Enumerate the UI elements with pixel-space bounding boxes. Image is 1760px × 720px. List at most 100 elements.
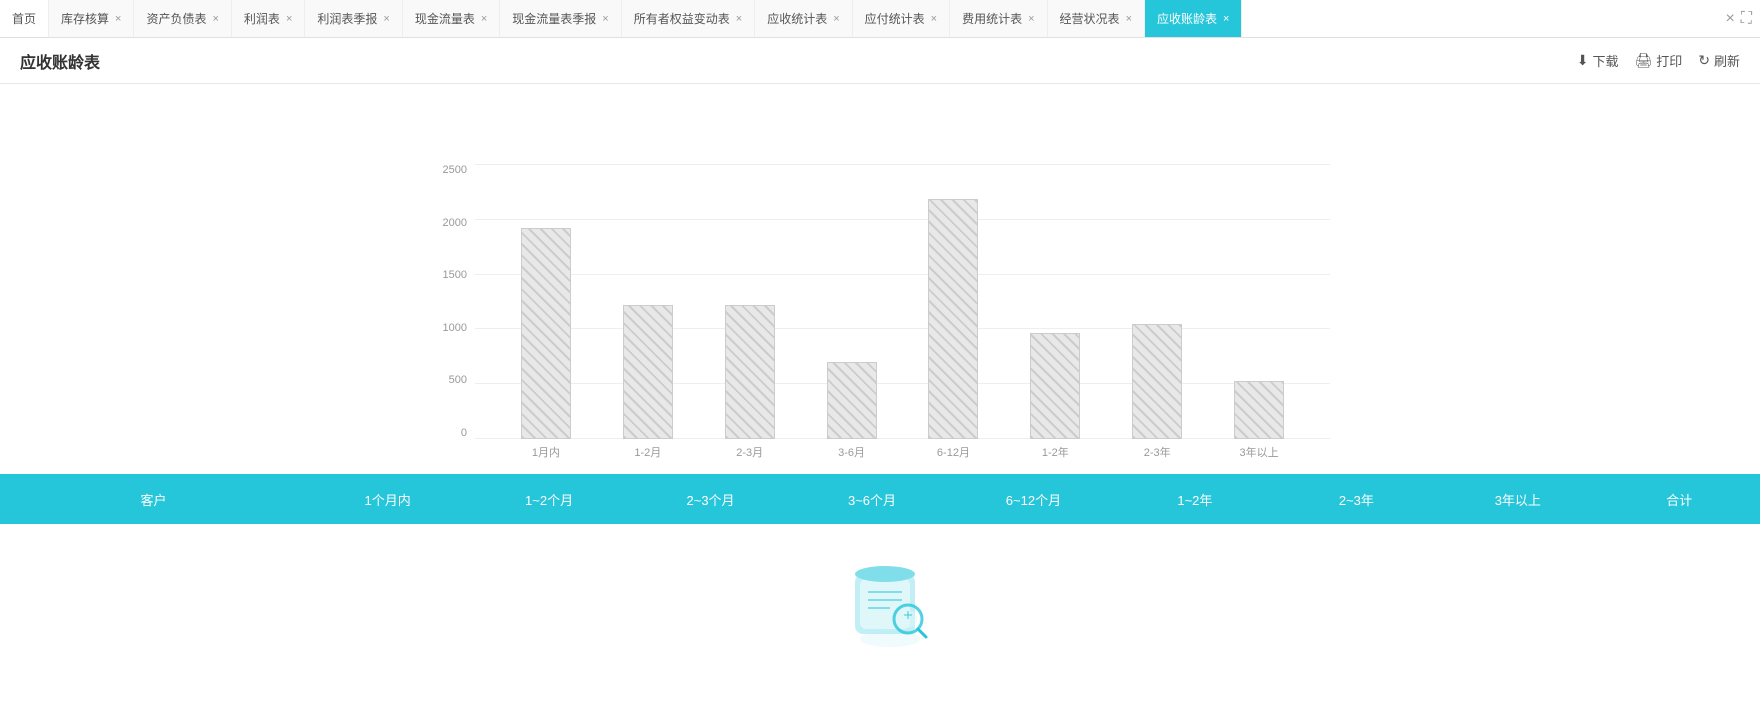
y-label: 0	[461, 427, 467, 439]
bar	[827, 362, 877, 439]
close-window-icon[interactable]: ×	[1725, 10, 1734, 28]
tab-close-profit-quarter[interactable]: ×	[383, 13, 389, 25]
tab-label-ar-aging: 应收账龄表	[1157, 10, 1217, 27]
table-header-cell-5: 6~12个月	[953, 490, 1114, 509]
tab-close-ar-stats[interactable]: ×	[833, 13, 839, 25]
tab-close-inventory[interactable]: ×	[115, 13, 121, 25]
tab-close-profit[interactable]: ×	[286, 13, 292, 25]
bar-group	[623, 305, 673, 439]
x-label: 2-3年	[1127, 444, 1187, 460]
table-header-cell-2: 1~2个月	[468, 490, 629, 509]
table-header: 客户1个月内1~2个月2~3个月3~6个月6~12个月1~2年2~3年3年以上合…	[0, 474, 1760, 524]
tab-item-ap-stats[interactable]: 应付统计表 ×	[853, 0, 950, 38]
tab-label-expense-stats: 费用统计表	[962, 10, 1022, 27]
tab-item-cashflow-quarter[interactable]: 现金流量表季报 ×	[500, 0, 621, 38]
bar-group	[928, 199, 978, 439]
tab-label-home: 首页	[12, 10, 36, 27]
tab-item-ar-aging[interactable]: 应收账龄表 ×	[1145, 0, 1242, 38]
bar-group	[725, 305, 775, 439]
bar-group	[521, 228, 571, 439]
tab-label-cashflow-quarter: 现金流量表季报	[512, 10, 596, 27]
tab-label-balance: 资产负债表	[146, 10, 206, 27]
tab-item-ar-stats[interactable]: 应收统计表 ×	[755, 0, 852, 38]
tab-close-operations[interactable]: ×	[1126, 13, 1132, 25]
tab-item-balance[interactable]: 资产负债表 ×	[134, 0, 231, 38]
maximize-window-icon[interactable]: ⛶	[1741, 10, 1752, 28]
x-label: 3年以上	[1229, 444, 1289, 460]
bar-group	[827, 362, 877, 439]
x-label: 3-6月	[822, 444, 882, 460]
table-header-cell-6: 1~2年	[1114, 490, 1275, 509]
bar	[1030, 333, 1080, 439]
empty-area	[0, 524, 1760, 720]
tab-close-cashflow-quarter[interactable]: ×	[602, 13, 608, 25]
tab-label-ap-stats: 应付统计表	[865, 10, 925, 27]
bar-group	[1234, 381, 1284, 439]
x-axis: 1月内 1-2月 2-3月 3-6月 6-12月 1-2年 2-3年 3年以上	[475, 439, 1330, 464]
bars-area	[475, 164, 1330, 439]
y-axis: 2500 2000 1500 1000 500 0	[430, 164, 475, 464]
bar	[623, 305, 673, 439]
table-header-cell-3: 2~3个月	[630, 490, 791, 509]
chart-body: 1月内 1-2月 2-3月 3-6月 6-12月 1-2年 2-3年 3年以上	[475, 164, 1330, 464]
bar	[521, 228, 571, 439]
bar-group	[1132, 324, 1182, 439]
bar	[1234, 381, 1284, 439]
chart-container: 2500 2000 1500 1000 500 0 1月内 1-2月 2-3月 3-6月 6-12…	[430, 164, 1330, 464]
x-label: 6-12月	[923, 444, 983, 460]
print-icon: 🖨	[1634, 52, 1652, 69]
download-button[interactable]: ⬇ 下载	[1577, 51, 1619, 70]
window-controls: × ⛶	[1719, 10, 1760, 28]
y-label: 1000	[443, 322, 467, 334]
tab-label-profit: 利润表	[244, 10, 280, 27]
chart-inner: 2500 2000 1500 1000 500 0 1月内 1-2月 2-3月 3-6月 6-12…	[430, 164, 1330, 464]
tab-close-cashflow[interactable]: ×	[481, 13, 487, 25]
tab-close-equity[interactable]: ×	[736, 13, 742, 25]
refresh-button[interactable]: ↻ 刷新	[1698, 51, 1740, 70]
print-button[interactable]: 🖨 打印	[1634, 51, 1682, 70]
bar-group	[1030, 333, 1080, 439]
empty-illustration	[830, 554, 930, 654]
x-label: 2-3月	[720, 444, 780, 460]
bar	[725, 305, 775, 439]
bar	[1132, 324, 1182, 439]
tab-item-home[interactable]: 首页	[0, 0, 49, 38]
y-label: 2500	[443, 164, 467, 176]
tab-item-cashflow[interactable]: 现金流量表 ×	[403, 0, 500, 38]
tab-close-ap-stats[interactable]: ×	[931, 13, 937, 25]
refresh-icon: ↻	[1698, 52, 1710, 69]
x-label: 1-2月	[618, 444, 678, 460]
y-label: 500	[449, 374, 467, 386]
x-label: 1-2年	[1025, 444, 1085, 460]
tab-close-expense-stats[interactable]: ×	[1028, 13, 1034, 25]
tab-bar: 首页库存核算×资产负债表×利润表×利润表季报×现金流量表×现金流量表季报×所有者…	[0, 0, 1760, 38]
download-icon: ⬇	[1577, 52, 1589, 69]
table-header-cell-0: 客户	[0, 490, 307, 509]
y-label: 1500	[443, 269, 467, 281]
tab-label-cashflow: 现金流量表	[415, 10, 475, 27]
tab-label-ar-stats: 应收统计表	[767, 10, 827, 27]
table-header-cell-9: 合计	[1599, 490, 1760, 509]
tab-item-profit-quarter[interactable]: 利润表季报 ×	[305, 0, 402, 38]
table-header-cell-7: 2~3年	[1276, 490, 1437, 509]
table-header-cell-1: 1个月内	[307, 490, 468, 509]
page-actions: ⬇ 下载 🖨 打印 ↻ 刷新	[1577, 51, 1740, 70]
y-label: 2000	[443, 217, 467, 229]
tab-label-profit-quarter: 利润表季报	[317, 10, 377, 27]
tab-close-balance[interactable]: ×	[212, 13, 218, 25]
tab-item-operations[interactable]: 经营状况表 ×	[1048, 0, 1145, 38]
tab-label-operations: 经营状况表	[1060, 10, 1120, 27]
chart-area: 2500 2000 1500 1000 500 0 1月内 1-2月 2-3月 3-6月 6-12…	[0, 84, 1760, 474]
tab-item-expense-stats[interactable]: 费用统计表 ×	[950, 0, 1047, 38]
tab-close-ar-aging[interactable]: ×	[1223, 13, 1229, 25]
page-header: 应收账龄表 ⬇ 下载 🖨 打印 ↻ 刷新	[0, 38, 1760, 84]
tab-label-equity: 所有者权益变动表	[634, 10, 730, 27]
page-title: 应收账龄表	[20, 49, 100, 73]
x-label: 1月内	[516, 444, 576, 460]
bar	[928, 199, 978, 439]
tab-label-inventory: 库存核算	[61, 10, 109, 27]
table-header-cell-8: 3年以上	[1437, 490, 1598, 509]
tab-item-equity[interactable]: 所有者权益变动表 ×	[622, 0, 755, 38]
tab-item-profit[interactable]: 利润表 ×	[232, 0, 305, 38]
tab-item-inventory[interactable]: 库存核算 ×	[49, 0, 134, 38]
